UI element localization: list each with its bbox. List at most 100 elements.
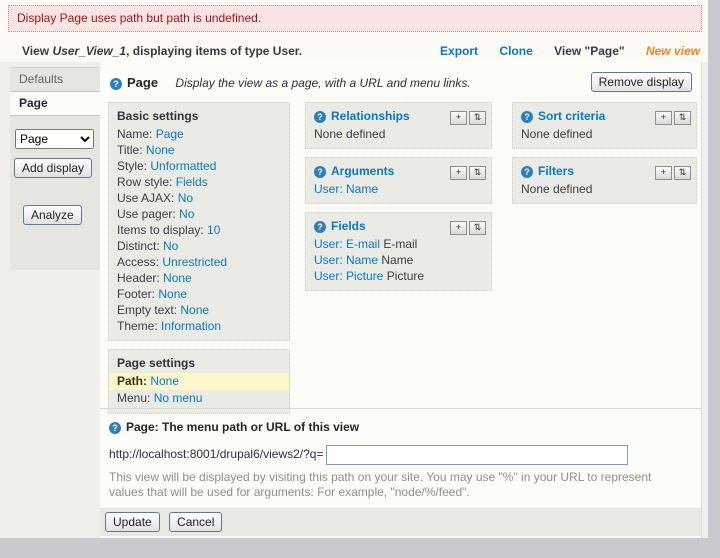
- settings-column-2: ? Relationships + ⇅ None defined? Arguments + ⇅…: [305, 102, 492, 299]
- basic-setting-row: Title: None: [117, 142, 281, 158]
- basic-setting-row: Name: Page: [117, 126, 281, 142]
- settings-column-3: ? Sort criteria + ⇅ None defined? Filters + ⇅ No…: [512, 102, 697, 212]
- display-title: Page: [127, 75, 159, 90]
- sidebar-controls: Page Add display Analyze: [10, 116, 100, 225]
- panel-item-link[interactable]: User: Name: [314, 182, 378, 196]
- view-page-link[interactable]: View "Page": [554, 44, 625, 58]
- panel-item-link[interactable]: User: E-mail: [314, 237, 380, 251]
- page-setting-row: Menu: No menu: [117, 390, 281, 407]
- path-input[interactable]: [326, 445, 629, 465]
- panel-title-link-arguments[interactable]: Arguments: [331, 164, 394, 178]
- clone-link[interactable]: Clone: [499, 44, 532, 58]
- error-message-text: Display Page uses path but path is undef…: [17, 11, 262, 25]
- panel-item: User: Name: [314, 181, 483, 197]
- add-item-button[interactable]: +: [450, 111, 467, 125]
- form-button-strip: Update Cancel: [100, 508, 701, 536]
- panel-title-link-filters[interactable]: Filters: [538, 164, 574, 178]
- rearrange-items-button[interactable]: ⇅: [674, 166, 691, 180]
- basic-setting-row: Empty text: None: [117, 302, 281, 318]
- help-icon[interactable]: ?: [521, 111, 533, 123]
- panel-item-suffix: Picture: [383, 269, 425, 283]
- panel-title-link-relationships[interactable]: Relationships: [331, 109, 410, 123]
- update-button[interactable]: Update: [105, 512, 160, 532]
- add-display-button[interactable]: Add display: [14, 158, 93, 178]
- panel-item-text: None defined: [521, 127, 593, 141]
- page-setting-row: Path: None: [109, 373, 289, 390]
- basic-setting-row: Theme: Information: [117, 318, 281, 334]
- setting-value-link[interactable]: None: [180, 303, 209, 317]
- setting-value-link[interactable]: None: [146, 143, 175, 157]
- setting-label: Theme:: [117, 319, 162, 333]
- rearrange-items-button[interactable]: ⇅: [674, 111, 691, 125]
- analyze-button[interactable]: Analyze: [23, 205, 82, 225]
- panel-item: User: Picture Picture: [314, 268, 483, 284]
- tab-defaults[interactable]: Defaults: [10, 68, 100, 92]
- tab-page[interactable]: Page: [10, 92, 100, 116]
- setting-value-link[interactable]: None: [158, 287, 187, 301]
- page-settings-block: Page settings Path: None Menu: No menu: [108, 349, 290, 414]
- add-item-button[interactable]: +: [655, 166, 672, 180]
- panel-title-link-fields[interactable]: Fields: [331, 219, 366, 233]
- help-icon[interactable]: ?: [314, 221, 326, 233]
- panel-title-link-sort-criteria[interactable]: Sort criteria: [538, 109, 605, 123]
- panel-fields: ? Fields + ⇅ User: E-mail E-mail User: Name N…: [305, 212, 492, 291]
- path-form-row: http://localhost:8001/drupal6/views2/?q=: [109, 445, 701, 465]
- display-settings-panel: ? Page Display the view as a page, with a…: [100, 62, 702, 538]
- setting-value-link[interactable]: Information: [161, 319, 221, 333]
- setting-label: Items to display:: [117, 223, 208, 237]
- display-panel-header: ? Page Display the view as a page, with a…: [100, 62, 701, 92]
- screen: Display Page uses path but path is undef…: [0, 0, 720, 558]
- view-header-links: Export Clone View "Page" New view: [422, 44, 700, 58]
- help-icon[interactable]: ?: [109, 422, 121, 434]
- setting-value-link[interactable]: Fields: [176, 175, 208, 189]
- panel-item-link[interactable]: User: Picture: [314, 269, 383, 283]
- view-title-prefix: View: [22, 44, 50, 58]
- settings-column-1: Basic settings Name: Page Title: None Styl…: [108, 102, 290, 422]
- path-form-description: This view will be displayed by visiting …: [109, 470, 652, 499]
- display-select[interactable]: Page: [15, 129, 94, 149]
- setting-value-link[interactable]: Unrestricted: [162, 255, 227, 269]
- setting-label: Access:: [117, 255, 163, 269]
- view-title-suffix: , displaying items of type User.: [126, 44, 303, 58]
- cancel-button[interactable]: Cancel: [169, 512, 223, 532]
- setting-value-link[interactable]: None: [163, 271, 192, 285]
- new-view-link[interactable]: New view: [646, 44, 700, 58]
- basic-settings-rows: Name: Page Title: None Style: Unformatted R…: [117, 126, 281, 334]
- help-icon[interactable]: ?: [314, 166, 326, 178]
- basic-setting-row: Footer: None: [117, 286, 281, 302]
- panel-sort-criteria: ? Sort criteria + ⇅ None defined: [512, 102, 697, 149]
- help-icon[interactable]: ?: [314, 111, 326, 123]
- remove-display-button[interactable]: Remove display: [590, 72, 692, 92]
- panel-item-suffix: Name: [378, 253, 414, 267]
- panel-relationships: ? Relationships + ⇅ None defined: [305, 102, 492, 149]
- setting-label: Path:: [117, 374, 151, 388]
- panel-item: User: E-mail E-mail: [314, 236, 483, 252]
- help-icon[interactable]: ?: [521, 166, 533, 178]
- export-link[interactable]: Export: [440, 44, 478, 58]
- setting-value-link[interactable]: Page: [156, 127, 184, 141]
- setting-label: Menu:: [117, 391, 154, 405]
- setting-value-link[interactable]: 10: [207, 223, 220, 237]
- add-item-button[interactable]: +: [655, 111, 672, 125]
- rearrange-items-button[interactable]: ⇅: [469, 111, 486, 125]
- rearrange-items-button[interactable]: ⇅: [469, 221, 486, 235]
- setting-value-link[interactable]: No: [178, 191, 193, 205]
- basic-setting-row: Distinct: No: [117, 238, 281, 254]
- add-item-button[interactable]: +: [450, 166, 467, 180]
- setting-value-link[interactable]: No menu: [154, 391, 203, 405]
- page-settings-rows: Path: None Menu: No menu: [109, 373, 289, 407]
- setting-value-link[interactable]: No: [179, 207, 194, 221]
- display-tabs-sidebar: Defaults Page Page Add display Analyze: [10, 67, 100, 270]
- add-item-button[interactable]: +: [450, 221, 467, 235]
- setting-value-link[interactable]: No: [163, 239, 178, 253]
- setting-value-link[interactable]: None: [150, 374, 179, 388]
- path-form-title: ? Page: The menu path or URL of this view: [109, 420, 701, 434]
- setting-label: Title:: [117, 143, 146, 157]
- panel-buttons: + ⇅: [448, 164, 486, 180]
- rearrange-items-button[interactable]: ⇅: [469, 166, 486, 180]
- panel-item-link[interactable]: User: Name: [314, 253, 378, 267]
- help-icon[interactable]: ?: [110, 78, 122, 90]
- setting-value-link[interactable]: Unformatted: [150, 159, 216, 173]
- basic-setting-row: Items to display: 10: [117, 222, 281, 238]
- panel-item: None defined: [521, 126, 688, 142]
